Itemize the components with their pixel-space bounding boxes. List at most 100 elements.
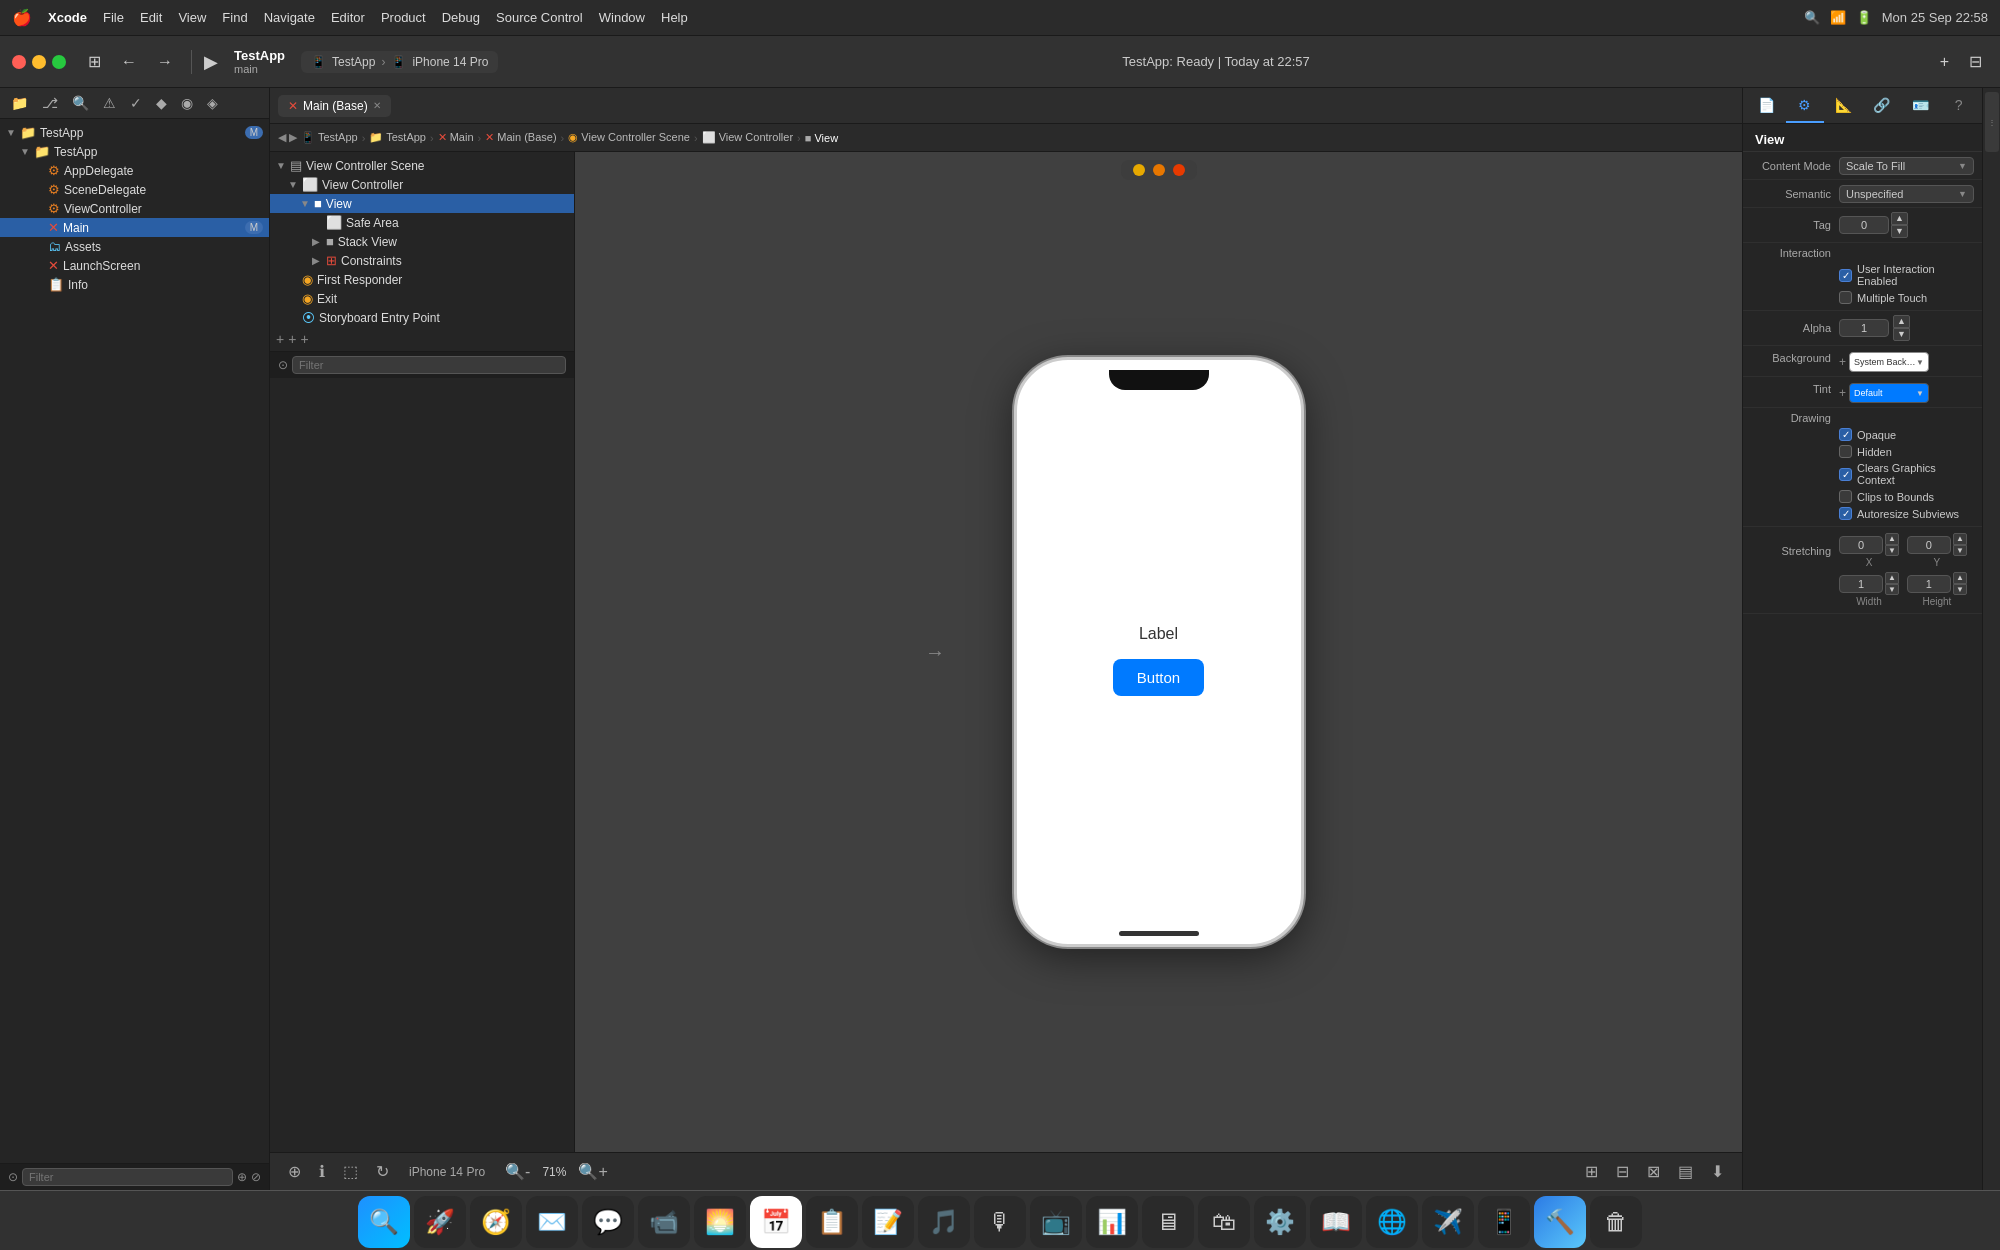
scene-item-first-responder[interactable]: ◉ First Responder [270, 270, 574, 289]
dock-simulator[interactable]: 📱 [1478, 1196, 1530, 1248]
nav-git-icon[interactable]: ⎇ [37, 92, 63, 114]
stretch-w-down[interactable]: ▼ [1885, 584, 1899, 596]
tree-item-info[interactable]: 📋 Info [0, 275, 269, 294]
scheme-device-selector[interactable]: 📱 TestApp › 📱 iPhone 14 Pro [301, 51, 498, 73]
opaque-checkbox[interactable]: ✓ [1839, 428, 1852, 441]
zoom-in-button[interactable]: 🔍+ [572, 1159, 613, 1184]
dock-notes[interactable]: 📝 [862, 1196, 914, 1248]
dock-xcode[interactable]: 🔨 [1534, 1196, 1586, 1248]
breadcrumb-item-vc-scene[interactable]: ◉ View Controller Scene [568, 131, 690, 144]
minimize-button[interactable] [32, 55, 46, 69]
tree-item-assets[interactable]: 🗂 Assets [0, 237, 269, 256]
scene-item-vc[interactable]: ▼ ⬜ View Controller [270, 175, 574, 194]
run-button[interactable]: ▶ [204, 51, 218, 73]
dock-chrome[interactable]: 🌐 [1366, 1196, 1418, 1248]
stretch-w-up[interactable]: ▲ [1885, 572, 1899, 584]
insp-tab-help[interactable]: ? [1940, 88, 1979, 123]
dock-facetime[interactable]: 📹 [638, 1196, 690, 1248]
content-mode-value[interactable]: Scale To Fill ▼ [1839, 157, 1974, 175]
zoom-out-button[interactable]: 🔍- [499, 1159, 536, 1184]
canvas-layout-button[interactable]: ⊞ [1579, 1159, 1604, 1184]
canvas-info-button[interactable]: ℹ [313, 1159, 331, 1184]
stretch-h-down[interactable]: ▼ [1953, 584, 1967, 596]
sidebar-toggle-button[interactable]: ⊞ [82, 48, 107, 75]
canvas-area[interactable]: → Label Button [575, 152, 1742, 1152]
navigator-left-button[interactable]: ← [115, 49, 143, 75]
insp-tab-size[interactable]: 📐 [1824, 88, 1863, 123]
hidden-checkbox[interactable] [1839, 445, 1852, 458]
menu-product[interactable]: Product [381, 10, 426, 25]
stretch-y-input[interactable]: 0 [1907, 536, 1951, 554]
tree-item-scenedelegate[interactable]: ⚙ SceneDelegate [0, 180, 269, 199]
tag-stepper-up[interactable]: ▲ [1891, 212, 1908, 225]
scene-item-safe-area[interactable]: ⬜ Safe Area [270, 213, 574, 232]
add-constraint-button[interactable]: + [300, 331, 308, 347]
tree-item-viewcontroller[interactable]: ⚙ ViewController [0, 199, 269, 218]
breadcrumb-item-view[interactable]: ■ View [805, 132, 838, 144]
dock-keynote[interactable]: 🖥 [1142, 1196, 1194, 1248]
dock-appletv[interactable]: 📺 [1030, 1196, 1082, 1248]
nav-breakpoint-icon[interactable]: ◉ [176, 92, 198, 114]
nav-debug-icon[interactable]: ◆ [151, 92, 172, 114]
nav-warning-icon[interactable]: ⚠ [98, 92, 121, 114]
canvas-download-button[interactable]: ⬇ [1705, 1159, 1730, 1184]
user-interaction-checkbox[interactable]: ✓ [1839, 269, 1852, 282]
menu-edit[interactable]: Edit [140, 10, 162, 25]
nav-report-icon[interactable]: ◈ [202, 92, 223, 114]
canvas-constraint-button[interactable]: ⊟ [1610, 1159, 1635, 1184]
clears-graphics-checkbox[interactable]: ✓ [1839, 468, 1852, 481]
content-mode-dropdown[interactable]: Scale To Fill ▼ [1839, 157, 1974, 175]
dock-safari[interactable]: 🧭 [470, 1196, 522, 1248]
nav-filter-options-button[interactable]: ⊕ [237, 1170, 247, 1184]
dock-launchpad[interactable]: 🚀 [414, 1196, 466, 1248]
close-button[interactable] [12, 55, 26, 69]
tree-item-main[interactable]: ✕ Main M [0, 218, 269, 237]
scene-item-constraints[interactable]: ▶ ⊞ Constraints [270, 251, 574, 270]
menu-find[interactable]: Find [222, 10, 247, 25]
breadcrumb-item-main[interactable]: ✕ Main [438, 131, 474, 144]
nav-filter-recent-button[interactable]: ⊘ [251, 1170, 261, 1184]
menu-window[interactable]: Window [599, 10, 645, 25]
alpha-stepper-up[interactable]: ▲ [1893, 315, 1910, 328]
maximize-button[interactable] [52, 55, 66, 69]
nav-filter-input[interactable] [22, 1168, 233, 1186]
tree-item-testapp-group[interactable]: ▼ 📁 TestApp [0, 142, 269, 161]
navigator-right-button[interactable]: → [151, 49, 179, 75]
menu-editor[interactable]: Editor [331, 10, 365, 25]
breadcrumb-item-main-base[interactable]: ✕ Main (Base) [485, 131, 556, 144]
canvas-orientation-button[interactable]: ↻ [370, 1159, 395, 1184]
iphone-button[interactable]: Button [1113, 659, 1204, 696]
add-vc-button[interactable]: + [276, 331, 284, 347]
insp-tab-attributes[interactable]: ⚙ [1786, 88, 1825, 123]
menu-view[interactable]: View [178, 10, 206, 25]
menu-help[interactable]: Help [661, 10, 688, 25]
tree-item-testapp-root[interactable]: ▼ 📁 TestApp M [0, 123, 269, 142]
dock-mail[interactable]: ✉️ [526, 1196, 578, 1248]
insp-tab-identity[interactable]: 🪪 [1901, 88, 1940, 123]
menu-file[interactable]: File [103, 10, 124, 25]
insp-tab-file[interactable]: 📄 [1747, 88, 1786, 123]
dock-trash[interactable]: 🗑 [1590, 1196, 1642, 1248]
canvas-align-button[interactable]: ⊠ [1641, 1159, 1666, 1184]
dock-numbers[interactable]: 📊 [1086, 1196, 1138, 1248]
canvas-device-button[interactable]: ⬚ [337, 1159, 364, 1184]
dock-music[interactable]: 🎵 [918, 1196, 970, 1248]
add-view-button[interactable]: + [288, 331, 296, 347]
stretch-h-input[interactable]: 1 [1907, 575, 1951, 593]
menu-navigate[interactable]: Navigate [264, 10, 315, 25]
nav-test-icon[interactable]: ✓ [125, 92, 147, 114]
dock-reminders[interactable]: 📋 [806, 1196, 858, 1248]
tab-close-icon[interactable]: ✕ [373, 100, 381, 111]
tag-input[interactable]: 0 [1839, 216, 1889, 234]
dock-telegram[interactable]: ✈️ [1422, 1196, 1474, 1248]
scene-item-stack-view[interactable]: ▶ ■ Stack View [270, 232, 574, 251]
multiple-touch-checkbox[interactable] [1839, 291, 1852, 304]
alpha-input[interactable]: 1 [1839, 319, 1889, 337]
dock-photos[interactable]: 🌅 [694, 1196, 746, 1248]
stretch-y-down[interactable]: ▼ [1953, 545, 1967, 557]
dock-appstore[interactable]: 🛍 [1198, 1196, 1250, 1248]
stretch-h-up[interactable]: ▲ [1953, 572, 1967, 584]
dock-finder[interactable]: 🔍 [358, 1196, 410, 1248]
scene-item-exit[interactable]: ◉ Exit [270, 289, 574, 308]
canvas-embed-button[interactable]: ▤ [1672, 1159, 1699, 1184]
